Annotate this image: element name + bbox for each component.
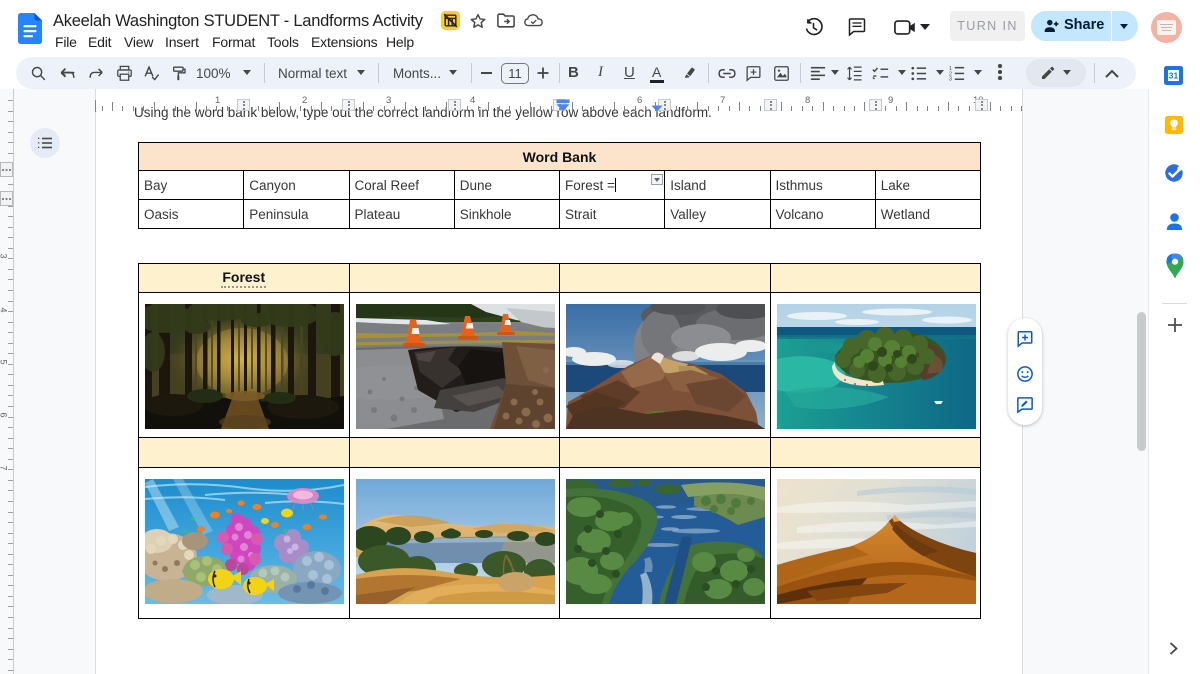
svg-text:31: 31: [1169, 71, 1179, 81]
svg-text:3: 3: [949, 77, 952, 81]
